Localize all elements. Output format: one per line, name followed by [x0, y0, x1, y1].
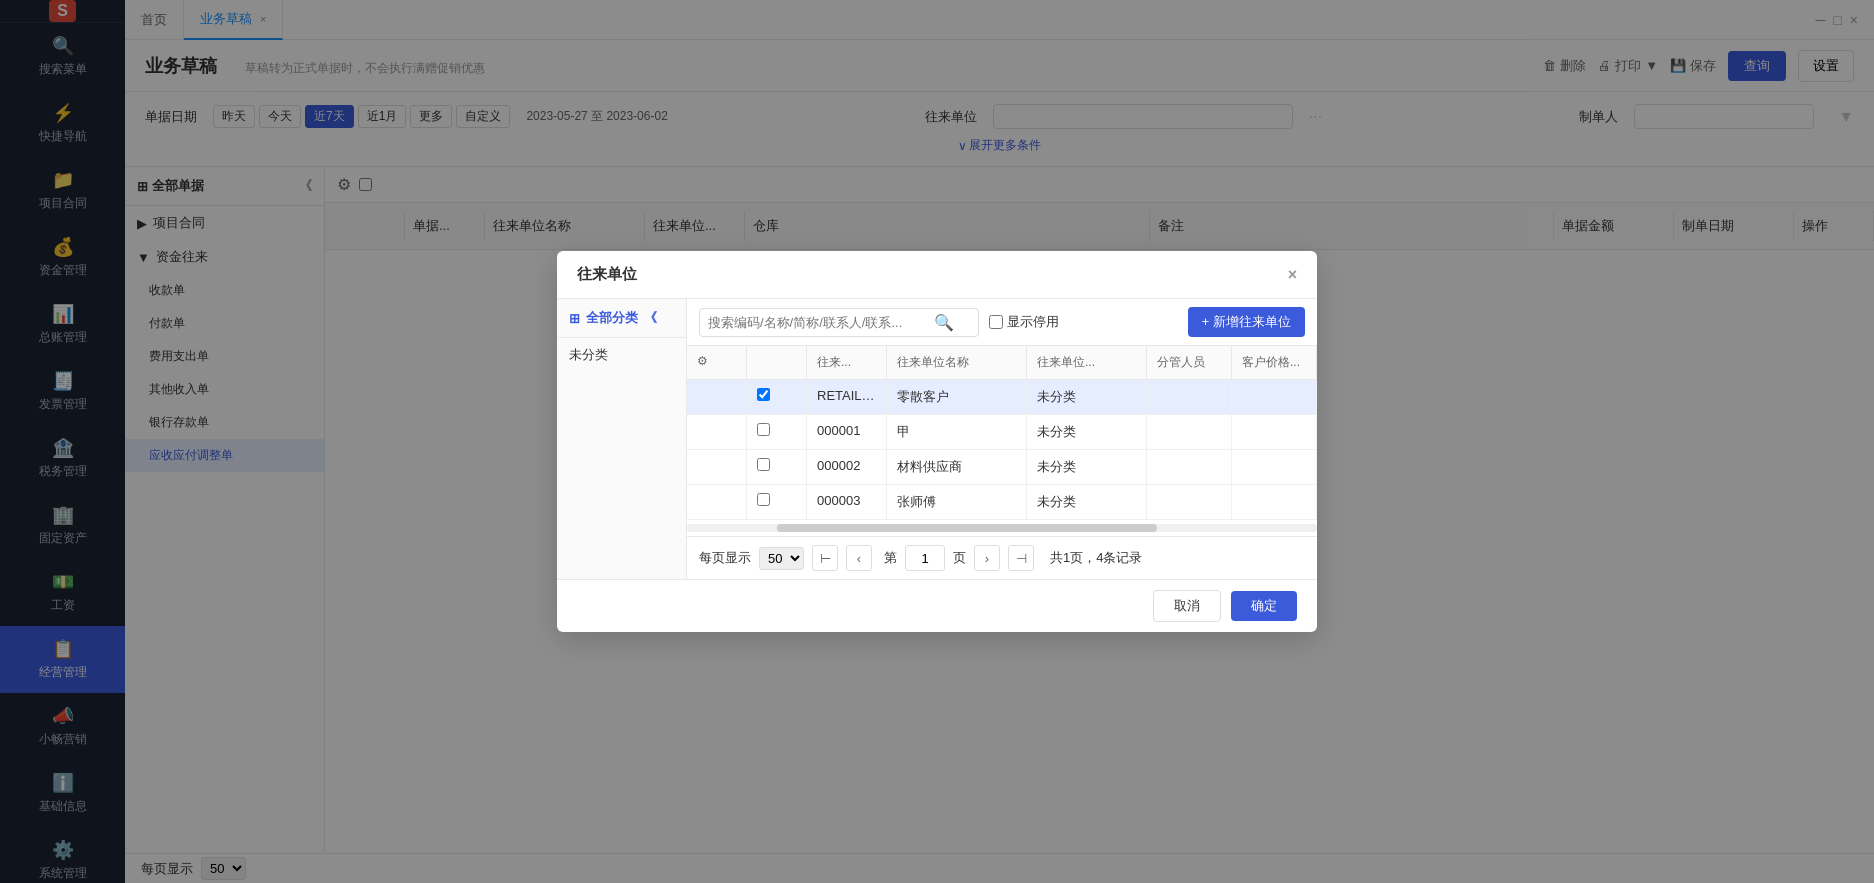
dialog-cat-uncategorized[interactable]: 未分类 — [557, 338, 686, 372]
counterparty-dialog: 往来单位 × ⊞ 全部分类 《 未分类 — [557, 251, 1317, 632]
dialog-pagination: 每页显示 50 ⊢ ‹ 第 1 页 › ⊣ 共1页，4条记录 — [687, 536, 1317, 579]
dialog-table-row[interactable]: 000001 甲 未分类 — [687, 415, 1317, 450]
dtd-price-3 — [1232, 450, 1317, 484]
row1-checkbox[interactable] — [757, 388, 770, 401]
dialog-categories: ⊞ 全部分类 《 未分类 — [557, 299, 687, 579]
collapse-left-icon: 《 — [644, 309, 657, 327]
horizontal-scrollbar-thumb[interactable] — [777, 524, 1157, 532]
dtd-code-2: 000001 — [807, 415, 887, 449]
horizontal-scrollbar[interactable] — [687, 524, 1317, 532]
first-page-btn[interactable]: ⊢ — [812, 545, 838, 571]
dialog-header: 往来单位 × — [557, 251, 1317, 299]
dtd-settings-3 — [687, 450, 747, 484]
dialog-close-btn[interactable]: × — [1288, 266, 1297, 284]
dtd-settings-1 — [687, 380, 747, 414]
row4-checkbox[interactable] — [757, 493, 770, 506]
dialog-search-input[interactable] — [708, 315, 928, 330]
dialog-table-row[interactable]: 000003 张师傅 未分类 — [687, 485, 1317, 520]
dtd-category-1: 未分类 — [1027, 380, 1147, 414]
next-page-btn[interactable]: › — [974, 545, 1000, 571]
dtd-name-1: 零散客户 — [887, 380, 1027, 414]
dialog-table: ⚙ 往来... 往来单位名称 往来单位... — [687, 346, 1317, 520]
dialog-toolbar: 🔍 显示停用 + 新增往来单位 — [687, 299, 1317, 346]
dtd-name-3: 材料供应商 — [887, 450, 1027, 484]
row3-checkbox[interactable] — [757, 458, 770, 471]
dialog-search-box[interactable]: 🔍 — [699, 308, 979, 337]
page-word-di: 第 — [884, 549, 897, 567]
show-disabled-label[interactable]: 显示停用 — [989, 313, 1059, 331]
dtd-name-4: 张师傅 — [887, 485, 1027, 519]
prev-page-btn[interactable]: ‹ — [846, 545, 872, 571]
dth-name: 往来单位名称 — [887, 346, 1027, 379]
dth-price-level: 客户价格... — [1232, 346, 1317, 379]
dialog-body: ⊞ 全部分类 《 未分类 🔍 — [557, 299, 1317, 579]
dtd-salesperson-1 — [1147, 380, 1232, 414]
dtd-price-1 — [1232, 380, 1317, 414]
dialog-table-row[interactable]: 000002 材料供应商 未分类 — [687, 450, 1317, 485]
dtd-checkbox-1[interactable] — [747, 380, 807, 414]
dialog-table-row[interactable]: RETAIL_... 零散客户 未分类 — [687, 380, 1317, 415]
cancel-btn[interactable]: 取消 — [1153, 590, 1221, 622]
dialog-cats-header[interactable]: ⊞ 全部分类 《 — [557, 299, 686, 338]
show-disabled-checkbox[interactable] — [989, 315, 1003, 329]
new-counterparty-btn[interactable]: + 新增往来单位 — [1188, 307, 1305, 337]
dialog-right-content: 🔍 显示停用 + 新增往来单位 ⚙ — [687, 299, 1317, 579]
dtd-checkbox-2[interactable] — [747, 415, 807, 449]
confirm-btn[interactable]: 确定 — [1231, 591, 1297, 621]
dtd-price-4 — [1232, 485, 1317, 519]
dth-checkbox — [747, 346, 807, 379]
dth-category: 往来单位... — [1027, 346, 1147, 379]
dtd-settings-2 — [687, 415, 747, 449]
last-page-btn[interactable]: ⊣ — [1008, 545, 1034, 571]
dtd-checkbox-4[interactable] — [747, 485, 807, 519]
dtd-name-2: 甲 — [887, 415, 1027, 449]
dtd-salesperson-4 — [1147, 485, 1232, 519]
page-size-select[interactable]: 50 — [759, 547, 804, 570]
dtd-price-2 — [1232, 415, 1317, 449]
dtd-salesperson-2 — [1147, 415, 1232, 449]
dth-settings: ⚙ — [687, 346, 747, 379]
dth-code: 往来... — [807, 346, 887, 379]
search-icon: 🔍 — [934, 313, 954, 332]
dtd-code-1: RETAIL_... — [807, 380, 887, 414]
dth-salesperson: 分管人员 — [1147, 346, 1232, 379]
dialog-title: 往来单位 — [577, 265, 637, 284]
dtd-code-3: 000002 — [807, 450, 887, 484]
dialog-footer: 取消 确定 — [557, 579, 1317, 632]
dtd-code-4: 000003 — [807, 485, 887, 519]
main-area: 首页 业务草稿 × ─ □ × 业务草稿 草稿转为正式单据时，不会执行满赠促销优… — [125, 0, 1874, 883]
row2-checkbox[interactable] — [757, 423, 770, 436]
dtd-settings-4 — [687, 485, 747, 519]
dtd-checkbox-3[interactable] — [747, 450, 807, 484]
page-size-label: 每页显示 — [699, 549, 751, 567]
modal-overlay: 往来单位 × ⊞ 全部分类 《 未分类 — [125, 0, 1874, 883]
dtd-salesperson-3 — [1147, 450, 1232, 484]
current-page-input[interactable]: 1 — [905, 545, 945, 571]
page-word: 页 — [953, 549, 966, 567]
dtd-category-4: 未分类 — [1027, 485, 1147, 519]
grid-icon-small: ⊞ — [569, 311, 580, 326]
dtd-category-3: 未分类 — [1027, 450, 1147, 484]
dtd-category-2: 未分类 — [1027, 415, 1147, 449]
dialog-table-header: ⚙ 往来... 往来单位名称 往来单位... — [687, 346, 1317, 380]
total-text: 共1页，4条记录 — [1050, 549, 1142, 567]
